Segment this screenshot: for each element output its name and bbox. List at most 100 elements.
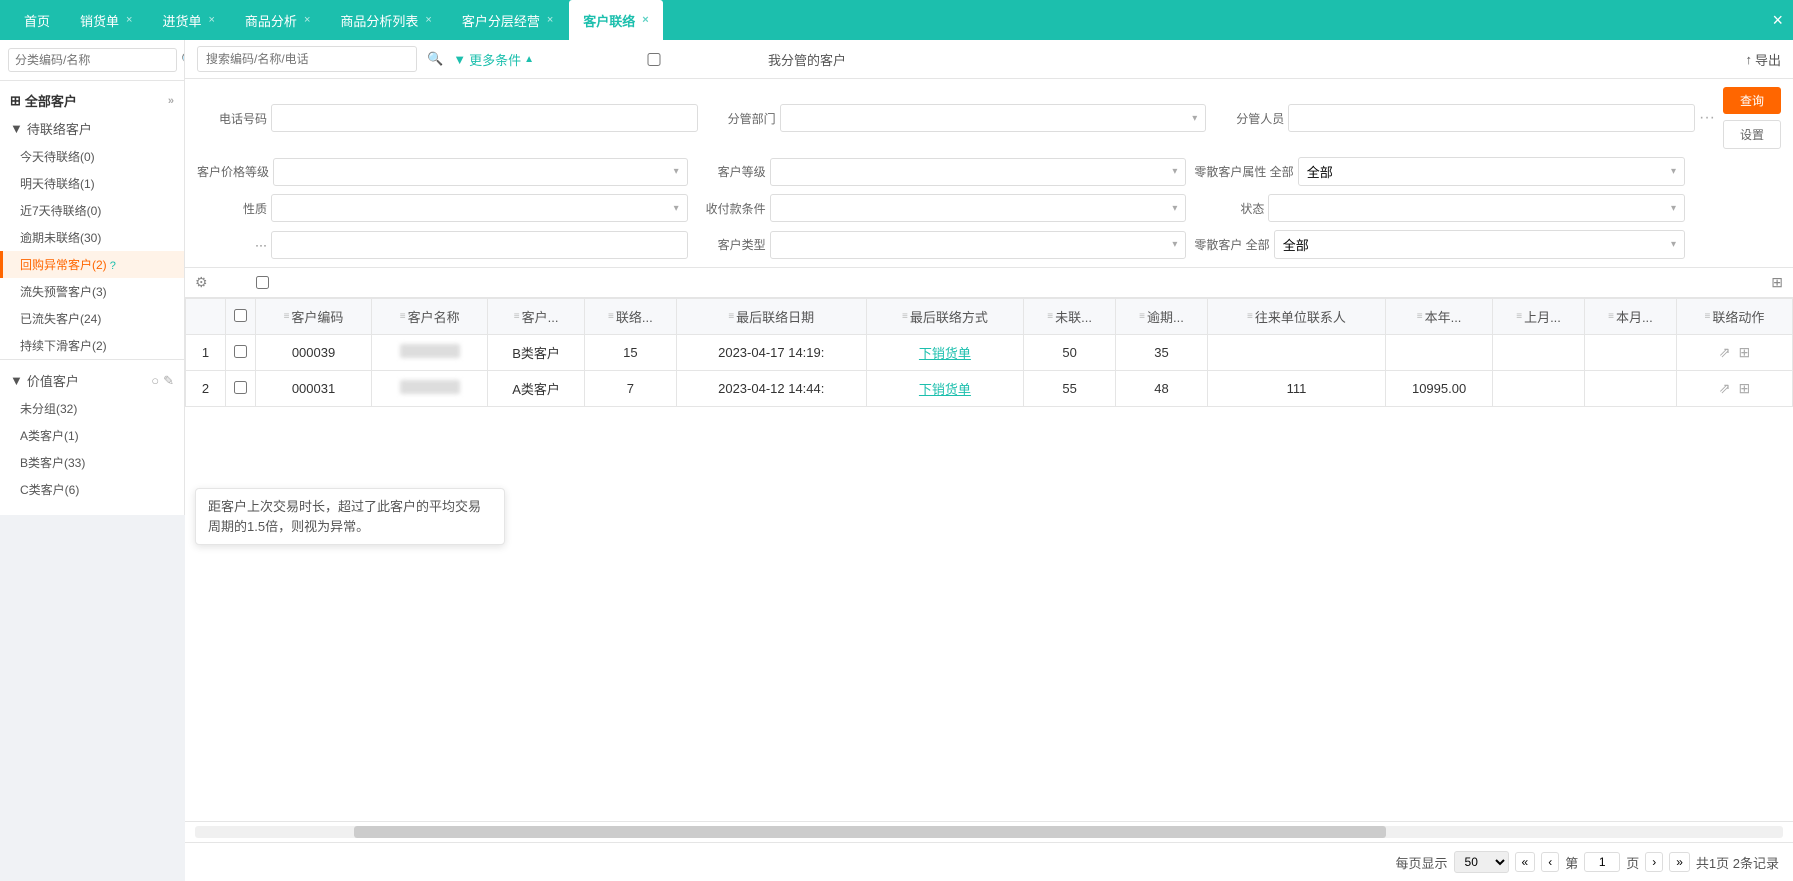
header-checkbox[interactable] — [234, 309, 247, 322]
customer-type-chevron: ▾ — [1172, 239, 1177, 250]
help-icon[interactable]: ? — [107, 260, 116, 272]
scatter-attr-select[interactable]: 全部 ▾ — [1298, 157, 1685, 186]
my-customer-label[interactable]: 我分管的客户 — [544, 50, 846, 69]
sidebar-special-item[interactable]: 流失预警客户(3) — [0, 278, 184, 305]
table-footer: 每页显示 50 100 « ‹ 第 页 › » 共1页 2条记录 — [185, 842, 1793, 881]
my-customer-checkbox[interactable] — [544, 53, 764, 66]
close-tab-icon[interactable]: × — [547, 14, 553, 26]
dept-chevron: ▾ — [1192, 113, 1197, 124]
select-all-checkbox[interactable] — [256, 276, 269, 289]
cell-thisYear: 10995.00 — [1386, 371, 1493, 407]
sidebar-value-item[interactable]: B类客户(33) — [0, 449, 184, 476]
phone-label: 电话号码 — [197, 110, 267, 127]
cell-lastContactMethod: 下销货单 — [866, 335, 1023, 371]
customer-type-select[interactable]: ▾ — [770, 231, 1187, 259]
sidebar-waiting-item[interactable]: 逾期未联络(30) — [0, 224, 184, 251]
all-customers-title[interactable]: ⊞ 全部客户 » — [0, 87, 184, 114]
last-page-btn[interactable]: » — [1669, 852, 1690, 872]
link-action-icon[interactable]: ⇗ — [1719, 380, 1731, 397]
cell-contacts: 111 — [1207, 371, 1385, 407]
cell-checkbox — [226, 335, 256, 371]
chevron-down-icon: ▼ — [10, 121, 23, 136]
nav-tab-进货单[interactable]: 进货单× — [148, 0, 228, 40]
cell-customerCode: 000031 — [256, 371, 372, 407]
customer-grade-label: 客户等级 — [696, 163, 766, 180]
category-search-icon[interactable]: 🔍 — [181, 52, 185, 68]
nav-tab-客户分层经营[interactable]: 客户分层经营× — [448, 0, 567, 40]
row-checkbox[interactable] — [234, 381, 247, 394]
close-tab-icon[interactable]: × — [208, 14, 214, 26]
phone-input[interactable] — [271, 104, 698, 132]
price-grade-select[interactable]: ▾ — [273, 158, 688, 186]
settings-button[interactable]: 设置 — [1723, 120, 1781, 149]
col-header-customerType: ≡客户... — [488, 299, 585, 335]
filter-bar: 🔍 ▼ 更多条件 ▲ 我分管的客户 ↑ 导出 — [185, 40, 1793, 79]
per-page-select[interactable]: 50 100 — [1454, 851, 1509, 873]
row-checkbox[interactable] — [234, 345, 247, 358]
cell-customerCode: 000039 — [256, 335, 372, 371]
sidebar-waiting-item[interactable]: 近7天待联络(0) — [0, 197, 184, 224]
nav-tab-首页[interactable]: 首页 — [10, 0, 64, 40]
sidebar-waiting-item[interactable]: 明天待联络(1) — [0, 170, 184, 197]
data-table: ≡客户编码≡客户名称≡客户...≡联络...≡最后联络日期≡最后联络方式≡未联.… — [185, 298, 1793, 407]
waiting-contact-group[interactable]: ▼ 待联络客户 — [0, 114, 184, 143]
page-input[interactable] — [1584, 852, 1620, 872]
gear-icon[interactable]: ⚙ — [195, 274, 208, 291]
status-label: 状态 — [1194, 200, 1264, 217]
col-header-customerCode: ≡客户编码 — [256, 299, 372, 335]
close-tab-icon[interactable]: × — [304, 14, 310, 26]
nav-tab-商品分析[interactable]: 商品分析× — [231, 0, 324, 40]
cell-contacts — [1207, 335, 1385, 371]
payment-select[interactable]: ▾ — [770, 194, 1187, 222]
column-settings-icon[interactable]: ⊞ — [1771, 274, 1783, 291]
scatter-customer-select[interactable]: 全部 ▾ — [1274, 230, 1685, 259]
close-tab-icon[interactable]: × — [126, 14, 132, 26]
search-input[interactable] — [197, 46, 417, 72]
manager-dots[interactable]: ··· — [1699, 109, 1715, 127]
dots-label: ··· — [197, 238, 267, 252]
query-button[interactable]: 查询 — [1723, 87, 1781, 114]
search-btn[interactable]: 🔍 — [427, 51, 443, 67]
export-btn[interactable]: ↑ 导出 — [1745, 50, 1781, 69]
grid-action-icon[interactable]: ⊞ — [1738, 380, 1750, 397]
contact-method-link[interactable]: 下销货单 — [919, 382, 971, 397]
status-select[interactable]: ▾ — [1268, 194, 1685, 222]
manager-input[interactable] — [1288, 104, 1695, 132]
value-customers-group[interactable]: ▼ 价值客户 ○ ✎ — [0, 366, 184, 395]
nature-select[interactable]: ▾ — [271, 194, 688, 222]
edit-icon[interactable]: ✎ — [163, 373, 174, 389]
customer-grade-select[interactable]: ▾ — [770, 158, 1187, 186]
next-page-btn[interactable]: › — [1645, 852, 1663, 872]
nav-tab-商品分析列表[interactable]: 商品分析列表× — [326, 0, 445, 40]
close-tab-icon[interactable]: × — [642, 14, 648, 26]
price-grade-label: 客户价格等级 — [197, 163, 269, 180]
sidebar-special-item[interactable]: 已流失客户(24) — [0, 305, 184, 332]
prev-page-btn[interactable]: ‹ — [1541, 852, 1559, 872]
close-all-icon[interactable]: × — [1772, 10, 1783, 31]
sidebar-value-item[interactable]: C类客户(6) — [0, 476, 184, 503]
contact-method-link[interactable]: 下销货单 — [919, 346, 971, 361]
extra-input[interactable] — [271, 231, 688, 259]
add-icon[interactable]: ○ — [151, 373, 159, 389]
dept-select[interactable]: ▾ — [780, 104, 1207, 132]
grid-action-icon[interactable]: ⊞ — [1738, 344, 1750, 361]
filter-icon: ▼ — [453, 52, 466, 67]
sidebar-value-item[interactable]: A类客户(1) — [0, 422, 184, 449]
close-tab-icon[interactable]: × — [425, 14, 431, 26]
sidebar-collapse-arrow[interactable]: » — [168, 95, 174, 107]
category-search-input[interactable] — [8, 48, 177, 72]
cell-lastContactMethod: 下销货单 — [866, 371, 1023, 407]
cell-customerType: A类客户 — [488, 371, 585, 407]
sidebar-value-item[interactable]: 未分组(32) — [0, 395, 184, 422]
nature-chevron: ▾ — [674, 203, 679, 214]
link-action-icon[interactable]: ⇗ — [1719, 344, 1731, 361]
cell-overdue: 48 — [1116, 371, 1208, 407]
sidebar-waiting-item[interactable]: 今天待联络(0) — [0, 143, 184, 170]
nav-tab-客户联络[interactable]: 客户联络× — [569, 0, 662, 40]
sidebar-special-item[interactable]: 回购异常客户(2) ? — [0, 251, 184, 278]
sidebar-special-item[interactable]: 持续下滑客户(2) — [0, 332, 184, 359]
more-conditions-btn[interactable]: ▼ 更多条件 ▲ — [453, 50, 534, 69]
first-page-btn[interactable]: « — [1515, 852, 1536, 872]
horizontal-scrollbar[interactable] — [195, 826, 1783, 838]
nav-tab-销货单[interactable]: 销货单× — [66, 0, 146, 40]
